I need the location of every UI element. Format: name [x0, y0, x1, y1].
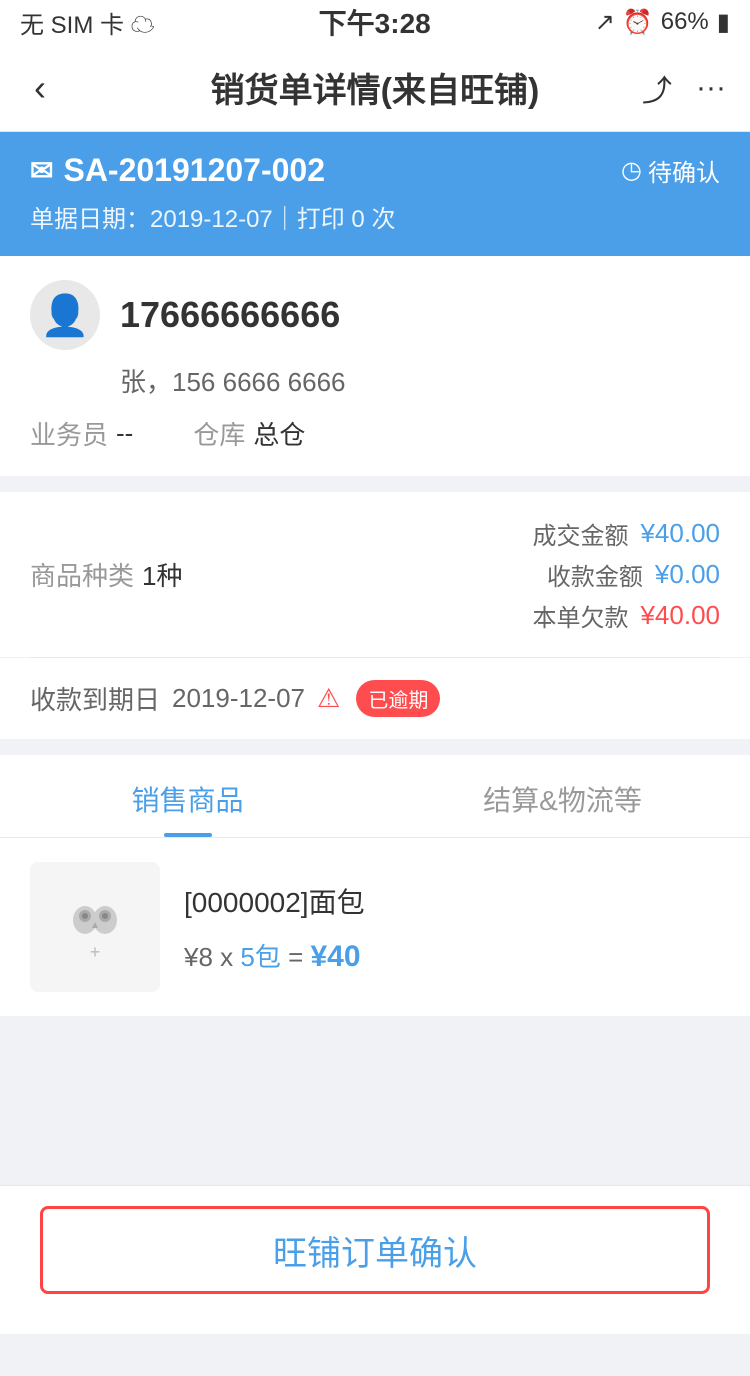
due-date-label: 收款到期日 — [30, 680, 160, 717]
order-status: ◷ 待确认 — [621, 153, 720, 188]
tab-label-1: 结算&物流等 — [483, 785, 642, 816]
warehouse-label: 仓库 — [193, 415, 245, 452]
due-date-value: 2019-12-07 — [172, 683, 305, 714]
type-label: 商品种类 — [30, 556, 134, 593]
customer-row: 👤 17666666666 — [30, 280, 720, 350]
tabs-bar: 销售商品 结算&物流等 — [0, 755, 750, 838]
share-icon[interactable]: ⤴ — [642, 66, 672, 110]
order-id-text: SA-20191207-002 — [63, 152, 325, 189]
tab-sales-goods[interactable]: 销售商品 — [0, 755, 375, 837]
meta-print: 打印 0 次 — [297, 206, 396, 233]
sales-value: -- — [116, 418, 133, 449]
logo-plus: + — [90, 942, 101, 963]
product-info: [0000002]面包 ¥8 x 5包 = ¥40 — [184, 881, 720, 974]
product-code: [0000002] — [184, 887, 309, 918]
amounts-section: 成交金额 ¥40.00 收款金额 ¥0.00 本单欠款 ¥40.00 — [532, 516, 720, 633]
warehouse: 仓库 总仓 — [193, 415, 305, 452]
tab-settlement[interactable]: 结算&物流等 — [375, 755, 750, 837]
customer-phone: 17666666666 — [120, 294, 340, 336]
amount-label-0: 成交金额 — [532, 516, 628, 551]
status-time: 下午3:28 — [319, 2, 431, 42]
meta-date-value: 2019-12-07 — [150, 206, 273, 233]
sim-status: 无 SIM 卡 ☁ — [20, 5, 155, 40]
type-value: 1种 — [142, 556, 182, 593]
amount-value-1: ¥0.00 — [655, 559, 720, 590]
location-icon: ↗ — [595, 8, 615, 37]
product-card: + [0000002]面包 ¥8 x 5包 = ¥40 — [0, 838, 750, 1016]
product-price-row: ¥8 x 5包 = ¥40 — [184, 937, 720, 974]
order-icon: ✉ — [30, 154, 53, 187]
amount-label-2: 本单欠款 — [532, 598, 628, 633]
battery-level: 66% — [661, 8, 709, 36]
amount-label-1: 收款金额 — [547, 557, 643, 592]
total-label: = — [281, 942, 311, 972]
tab-label-0: 销售商品 — [131, 785, 243, 816]
product-img-inner: + — [65, 892, 125, 963]
meta-date-label: 单据日期： — [30, 206, 150, 233]
customer-info-card: 👤 17666666666 张，156 6666 6666 业务员 -- 仓库 … — [0, 256, 750, 476]
sales-person: 业务员 -- — [30, 415, 133, 452]
customer-sub-info: 张，156 6666 6666 — [120, 362, 720, 399]
total-value: ¥40 — [310, 940, 360, 973]
order-id-section: ✉ SA-20191207-002 — [30, 152, 325, 189]
status-text: 待确认 — [648, 153, 720, 188]
clock-icon: ◷ — [621, 156, 642, 185]
meta-sep: ｜ — [273, 206, 297, 233]
overdue-badge: 已逾期 — [356, 680, 440, 717]
warehouse-value: 总仓 — [253, 415, 305, 452]
avatar: 👤 — [30, 280, 100, 350]
amount-row-0: 成交金额 ¥40.00 — [532, 516, 720, 551]
amount-row-1: 收款金额 ¥0.00 — [547, 557, 720, 592]
summary-row: 商品种类 1种 成交金额 ¥40.00 收款金额 ¥0.00 本单欠款 ¥40.… — [30, 516, 720, 633]
summary-card: 商品种类 1种 成交金额 ¥40.00 收款金额 ¥0.00 本单欠款 ¥40.… — [0, 492, 750, 657]
amount-value-0: ¥40.00 — [640, 518, 720, 549]
status-left: 无 SIM 卡 ☁ — [20, 5, 155, 40]
status-right: ↗ ⏰ 66% ▮ — [595, 8, 730, 37]
nav-bar: ‹ 销货单详情(来自旺铺) ⤴ ··· — [0, 44, 750, 132]
page-title: 销货单详情(来自旺铺) — [211, 63, 540, 112]
confirm-order-button[interactable]: 旺铺订单确认 — [40, 1206, 710, 1294]
product-type-section: 商品种类 1种 — [30, 556, 182, 593]
due-date-card: 收款到期日 2019-12-07 ⚠ 已逾期 — [0, 658, 750, 739]
nav-actions: ⤴ ··· — [642, 66, 726, 110]
owl-logo — [65, 892, 125, 942]
person-icon: 👤 — [40, 292, 90, 339]
price-label: ¥8 x — [184, 942, 240, 972]
divider-1 — [0, 476, 750, 492]
sales-label: 业务员 — [30, 415, 108, 452]
customer-meta-row: 业务员 -- 仓库 总仓 — [30, 415, 720, 452]
order-header-card: ✉ SA-20191207-002 ◷ 待确认 单据日期：2019-12-07｜… — [0, 132, 750, 256]
product-title: 面包 — [309, 887, 365, 918]
back-button[interactable]: ‹ — [24, 57, 56, 119]
battery-icon: ▮ — [717, 8, 730, 37]
status-bar: 无 SIM 卡 ☁ 下午3:28 ↗ ⏰ 66% ▮ — [0, 0, 750, 44]
amount-value-2: ¥40.00 — [640, 600, 720, 631]
product-image: + — [30, 862, 160, 992]
amount-row-2: 本单欠款 ¥40.00 — [532, 598, 720, 633]
quantity: 5包 — [240, 942, 280, 972]
warning-icon: ⚠ — [317, 683, 340, 714]
bottom-bar: 旺铺订单确认 — [0, 1185, 750, 1334]
alarm-icon: ⏰ — [623, 8, 653, 37]
order-meta: 单据日期：2019-12-07｜打印 0 次 — [30, 199, 720, 234]
more-icon[interactable]: ··· — [696, 71, 726, 105]
product-name: [0000002]面包 — [184, 881, 720, 921]
